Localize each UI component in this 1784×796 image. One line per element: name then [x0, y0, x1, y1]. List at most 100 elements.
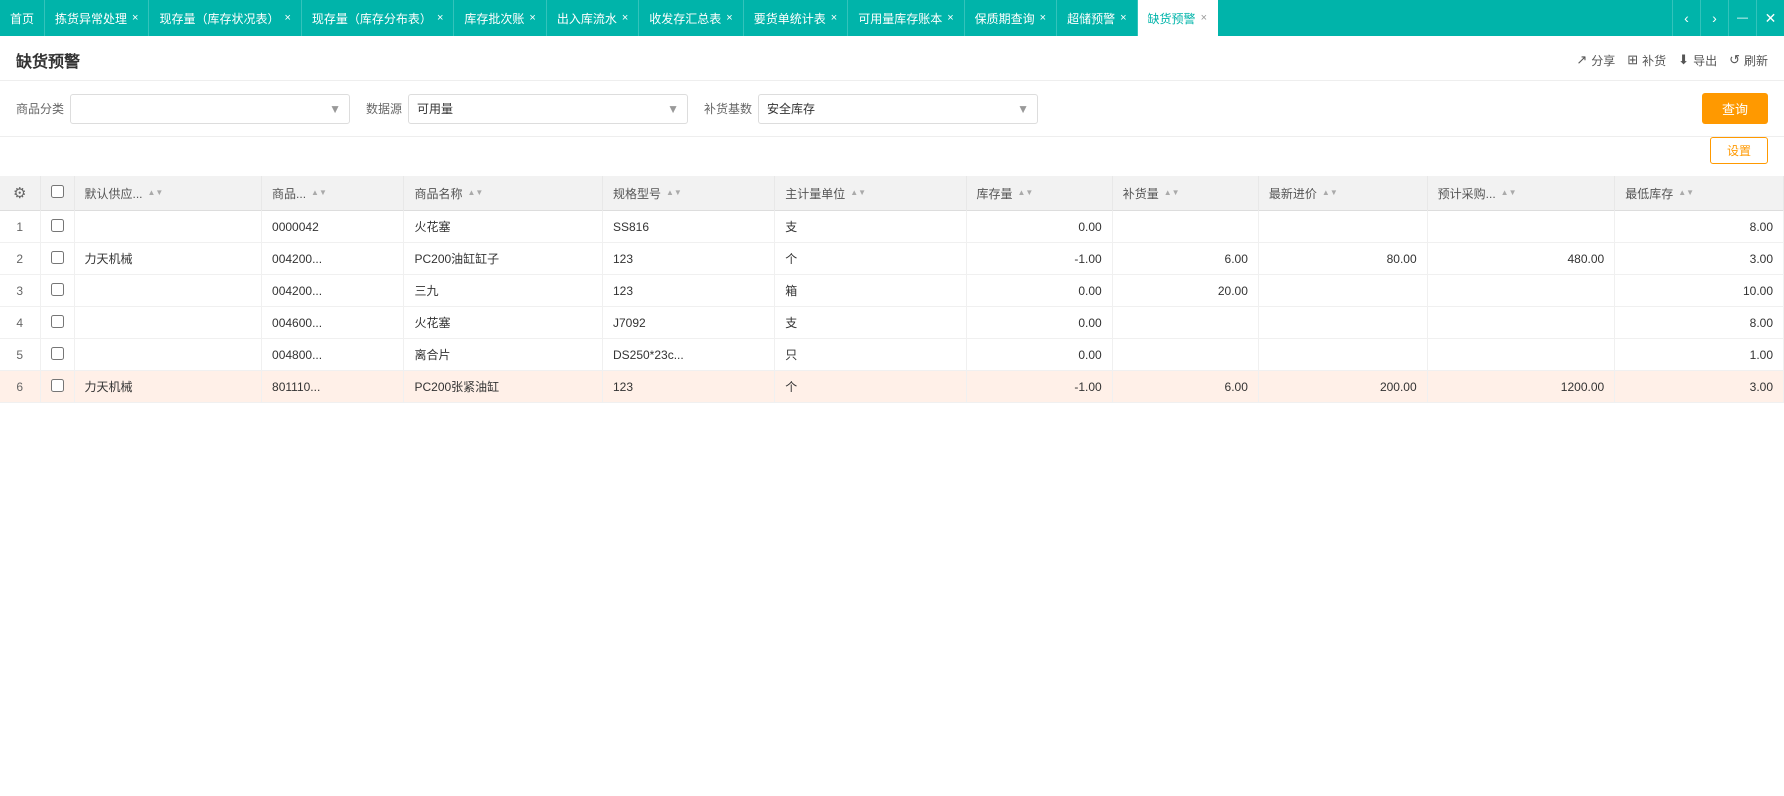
top-nav: 首页 拣货异常处理 × 现存量（库存状况表） × 现存量（库存分布表） × 库存…	[0, 0, 1784, 36]
select-all-checkbox[interactable]	[51, 185, 64, 198]
table-body: 1 0000042 火花塞 SS816 支 0.00 8.00 2 力天机械 0…	[0, 211, 1784, 403]
row-check-4[interactable]	[40, 307, 74, 339]
datasource-select[interactable]: 可用量 ▼	[408, 94, 688, 124]
row-stock-1: 0.00	[966, 211, 1112, 243]
row-name-1: 火花塞	[404, 211, 603, 243]
tab-demand-stats[interactable]: 要货单统计表 ×	[744, 0, 848, 36]
settings-button[interactable]: 设置	[1710, 137, 1768, 164]
col-est-purchase-header[interactable]: 预计采购... ▲▼	[1427, 176, 1615, 211]
header-actions: ↗ 分享 ⊞ 补货 ⬇ 导出 ↺ 刷新	[1576, 52, 1768, 69]
tab-inout-flow[interactable]: 出入库流水 ×	[547, 0, 639, 36]
tab-overstock[interactable]: 超储预警 ×	[1057, 0, 1137, 36]
filter-bar: 商品分类 ▼ 数据源 可用量 ▼ 补货基数 安全库存 ▼ 查询	[0, 81, 1784, 137]
row-name-3: 三九	[404, 275, 603, 307]
tab-batch-account[interactable]: 库存批次账 ×	[454, 0, 546, 36]
col-spec-header[interactable]: 规格型号 ▲▼	[602, 176, 774, 211]
row-code-6: 801110...	[262, 371, 404, 403]
gear-icon[interactable]: ⚙	[13, 185, 26, 202]
col-product-code-header[interactable]: 商品... ▲▼	[262, 176, 404, 211]
tab-expiry-query[interactable]: 保质期查询 ×	[965, 0, 1057, 36]
col-stock-header[interactable]: 库存量 ▲▼	[966, 176, 1112, 211]
nav-prev-btn[interactable]: ‹	[1672, 0, 1700, 36]
nav-next-btn[interactable]: ›	[1700, 0, 1728, 36]
tab-available-ledger[interactable]: 可用量库存账本 ×	[848, 0, 964, 36]
row-check-3[interactable]	[40, 275, 74, 307]
table-header-row: ⚙ 默认供应... ▲▼ 商品... ▲▼	[0, 176, 1784, 211]
datasource-label: 数据源	[366, 100, 402, 117]
close-tab-3[interactable]: ×	[437, 12, 443, 24]
row-checkbox-2[interactable]	[51, 251, 64, 264]
row-check-2[interactable]	[40, 243, 74, 275]
row-code-2: 004200...	[262, 243, 404, 275]
close-tab-7[interactable]: ×	[831, 12, 837, 24]
replenish-basis-select[interactable]: 安全库存 ▼	[758, 94, 1038, 124]
row-est-purchase-1	[1427, 211, 1615, 243]
row-checkbox-6[interactable]	[51, 379, 64, 392]
close-tab-2[interactable]: ×	[284, 12, 290, 24]
row-supplier-4	[74, 307, 262, 339]
replenish-basis-value: 安全库存	[767, 100, 815, 117]
tab-stock-dist[interactable]: 现存量（库存分布表） ×	[302, 0, 454, 36]
sort-min-icon: ▲▼	[1678, 189, 1694, 197]
row-num-6: 6	[0, 371, 40, 403]
sort-price-icon: ▲▼	[1322, 189, 1338, 197]
col-unit-header[interactable]: 主计量单位 ▲▼	[775, 176, 966, 211]
col-settings-header: ⚙	[0, 176, 40, 211]
row-num-1: 1	[0, 211, 40, 243]
export-btn[interactable]: ⬇ 导出	[1678, 52, 1717, 69]
row-stock-6: -1.00	[966, 371, 1112, 403]
row-checkbox-4[interactable]	[51, 315, 64, 328]
col-replenish-header[interactable]: 补货量 ▲▼	[1112, 176, 1258, 211]
category-select[interactable]: ▼	[70, 94, 350, 124]
row-num-2: 2	[0, 243, 40, 275]
row-unit-6: 个	[775, 371, 966, 403]
share-btn[interactable]: ↗ 分享	[1576, 52, 1615, 69]
tab-pick-exception[interactable]: 拣货异常处理 ×	[45, 0, 149, 36]
table-row: 1 0000042 火花塞 SS816 支 0.00 8.00	[0, 211, 1784, 243]
close-tab-8[interactable]: ×	[947, 12, 953, 24]
row-min-stock-6: 3.00	[1615, 371, 1784, 403]
col-supplier-header[interactable]: 默认供应... ▲▼	[74, 176, 262, 211]
close-tab-5[interactable]: ×	[622, 12, 628, 24]
close-tab-9[interactable]: ×	[1040, 12, 1046, 24]
tab-home[interactable]: 首页	[0, 0, 45, 36]
nav-minimize-btn[interactable]: —	[1728, 0, 1756, 36]
tab-stockout[interactable]: 缺货预警 ×	[1138, 0, 1218, 36]
row-supplier-1	[74, 211, 262, 243]
close-tab-1[interactable]: ×	[132, 12, 138, 24]
col-product-name-header[interactable]: 商品名称 ▲▼	[404, 176, 603, 211]
datasource-value: 可用量	[417, 100, 453, 117]
row-check-6[interactable]	[40, 371, 74, 403]
row-checkbox-5[interactable]	[51, 347, 64, 360]
tab-stock-status[interactable]: 现存量（库存状况表） ×	[149, 0, 301, 36]
row-price-2: 80.00	[1258, 243, 1427, 275]
sort-name-icon: ▲▼	[468, 189, 484, 197]
row-num-5: 5	[0, 339, 40, 371]
row-check-1[interactable]	[40, 211, 74, 243]
table-row: 3 004200... 三九 123 箱 0.00 20.00 10.00	[0, 275, 1784, 307]
category-filter-group: 商品分类 ▼	[16, 94, 350, 124]
query-button[interactable]: 查询	[1702, 93, 1768, 124]
row-spec-5: DS250*23c...	[602, 339, 774, 371]
close-tab-10[interactable]: ×	[1120, 12, 1126, 24]
row-replenish-1	[1112, 211, 1258, 243]
row-stock-4: 0.00	[966, 307, 1112, 339]
row-check-5[interactable]	[40, 339, 74, 371]
close-tab-11[interactable]: ×	[1201, 12, 1207, 24]
col-min-stock-header[interactable]: 最低库存 ▲▼	[1615, 176, 1784, 211]
close-tab-4[interactable]: ×	[529, 12, 535, 24]
col-check-header	[40, 176, 74, 211]
refresh-btn[interactable]: ↺ 刷新	[1729, 52, 1768, 69]
row-checkbox-3[interactable]	[51, 283, 64, 296]
table-container: ⚙ 默认供应... ▲▼ 商品... ▲▼	[0, 176, 1784, 403]
row-checkbox-1[interactable]	[51, 219, 64, 232]
col-price-header[interactable]: 最新进价 ▲▼	[1258, 176, 1427, 211]
page-header: 缺货预警 ↗ 分享 ⊞ 补货 ⬇ 导出 ↺ 刷新	[0, 36, 1784, 81]
row-est-purchase-4	[1427, 307, 1615, 339]
tab-recv-summary[interactable]: 收发存汇总表 ×	[639, 0, 743, 36]
nav-close-btn[interactable]: ✕	[1756, 0, 1784, 36]
row-min-stock-3: 10.00	[1615, 275, 1784, 307]
close-tab-6[interactable]: ×	[726, 12, 732, 24]
replenish-btn[interactable]: ⊞ 补货	[1627, 52, 1666, 69]
datasource-filter-group: 数据源 可用量 ▼	[366, 94, 688, 124]
